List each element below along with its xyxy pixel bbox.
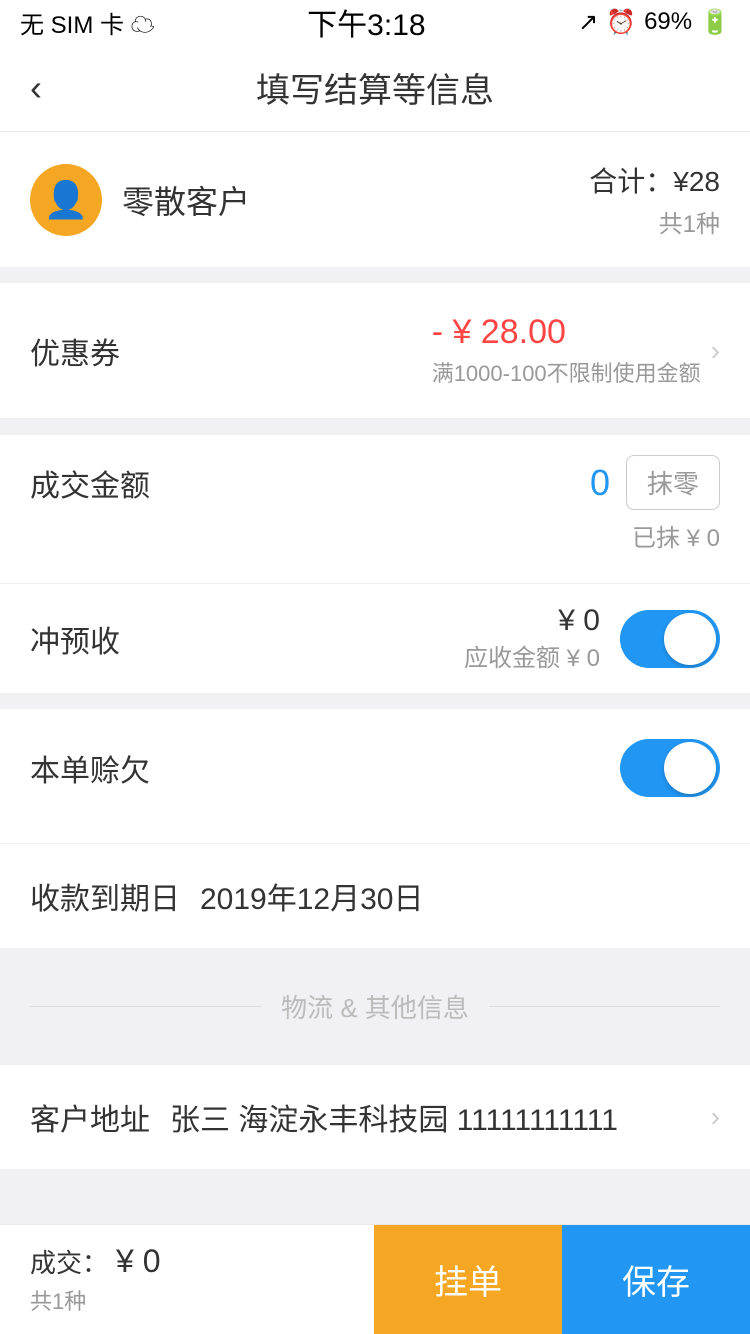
customer-row: 👤 零散客户 合计：¥28 共1种 [0, 132, 750, 267]
battery-icon: 🔋 [700, 8, 730, 37]
bottom-count: 共1种 [30, 1284, 344, 1316]
no-sim-label: 无 SIM 卡 ☁ [20, 5, 155, 40]
toggle-knob [664, 613, 716, 665]
coupon-right: - ¥ 28.00 满1000-100不限制使用金额 › [432, 313, 720, 388]
divider-line-left [30, 1006, 261, 1007]
prepay-value-group: ¥ 0 应收金额 ¥ 0 [464, 604, 600, 673]
address-label: 客户地址 [30, 1095, 150, 1139]
prepay-row: 冲预收 ¥ 0 应收金额 ¥ 0 [0, 583, 750, 693]
transaction-value: 0 [590, 462, 610, 504]
bottom-total-value: ¥ 0 [116, 1243, 160, 1280]
address-value: 张三 海淀永丰科技园 11111111111 [170, 1095, 711, 1139]
status-bar: 无 SIM 卡 ☁ 下午3:18 ↗ ⏰ 69% 🔋 [0, 0, 750, 44]
round-off-button[interactable]: 抹零 [626, 455, 720, 510]
prepay-sub: 应收金额 ¥ 0 [464, 638, 600, 673]
customer-avatar: 👤 [30, 164, 102, 236]
transaction-label: 成交金额 [30, 461, 150, 505]
address-chevron: › [711, 1101, 720, 1133]
debt-label: 本单赊欠 [30, 746, 150, 790]
coupon-amount: - ¥ 28.00 [432, 313, 701, 352]
nav-bar: ‹ 填写结算等信息 [0, 44, 750, 132]
customer-info: 👤 零散客户 [30, 164, 250, 236]
back-button[interactable]: ‹ [30, 67, 42, 109]
bottom-total-label: 成交： [30, 1243, 108, 1280]
location-icon: ↗ [578, 8, 598, 37]
prepay-toggle[interactable] [620, 610, 720, 668]
prepay-label: 冲预收 [30, 617, 120, 661]
transaction-amount-row: 成交金额 0 抹零 已抹 ¥ 0 [0, 435, 750, 583]
status-time: 下午3:18 [307, 0, 425, 44]
address-section[interactable]: 客户地址 张三 海淀永丰科技园 11111111111 › [0, 1065, 750, 1169]
coupon-label: 优惠券 [30, 329, 120, 373]
debt-toggle-knob [664, 742, 716, 794]
prepay-right: ¥ 0 应收金额 ¥ 0 [464, 604, 720, 673]
status-right: ↗ ⏰ 69% 🔋 [578, 8, 730, 37]
coupon-value-group: - ¥ 28.00 满1000-100不限制使用金额 [432, 313, 701, 388]
avatar-icon: 👤 [44, 179, 89, 221]
debt-toggle[interactable] [620, 739, 720, 797]
divider-text: 物流 & 其他信息 [261, 988, 489, 1025]
bottom-bar: 成交： ¥ 0 共1种 挂单 保存 [0, 1224, 750, 1334]
due-date-row: 收款到期日 2019年12月30日 [0, 843, 750, 948]
coupon-description: 满1000-100不限制使用金额 [432, 356, 701, 388]
divider-section: 物流 & 其他信息 [0, 964, 750, 1049]
battery-label: 69% [644, 8, 692, 36]
coupon-chevron-icon: › [711, 335, 720, 367]
round-off-sub: 已抹 ¥ 0 [632, 525, 720, 552]
save-button[interactable]: 保存 [562, 1225, 750, 1334]
customer-total-group: 合计：¥28 共1种 [589, 160, 720, 239]
customer-count: 共1种 [589, 204, 720, 239]
alarm-icon: ⏰ [606, 8, 636, 37]
divider-line-right [489, 1006, 720, 1007]
due-date-label: 收款到期日 [30, 874, 180, 918]
coupon-section[interactable]: 优惠券 - ¥ 28.00 满1000-100不限制使用金额 › [0, 283, 750, 419]
address-chevron-icon: › [711, 1101, 720, 1133]
customer-name: 零散客户 [122, 177, 250, 223]
due-date-value: 2019年12月30日 [200, 874, 423, 918]
debt-row: 本单赊欠 [0, 709, 750, 827]
content-area: 👤 零散客户 合计：¥28 共1种 优惠券 - ¥ 28.00 满1000-10… [0, 132, 750, 1305]
debt-section: 本单赊欠 收款到期日 2019年12月30日 [0, 709, 750, 948]
hang-button[interactable]: 挂单 [374, 1225, 562, 1334]
prepay-value: ¥ 0 [464, 604, 600, 638]
status-left: 无 SIM 卡 ☁ [20, 5, 155, 40]
customer-total: 合计：¥28 [589, 160, 720, 200]
transaction-right: 0 抹零 [590, 455, 720, 510]
bottom-summary: 成交： ¥ 0 共1种 [0, 1243, 374, 1316]
page-title: 填写结算等信息 [256, 63, 494, 112]
transaction-section: 成交金额 0 抹零 已抹 ¥ 0 冲预收 ¥ 0 应收金额 ¥ 0 [0, 435, 750, 693]
